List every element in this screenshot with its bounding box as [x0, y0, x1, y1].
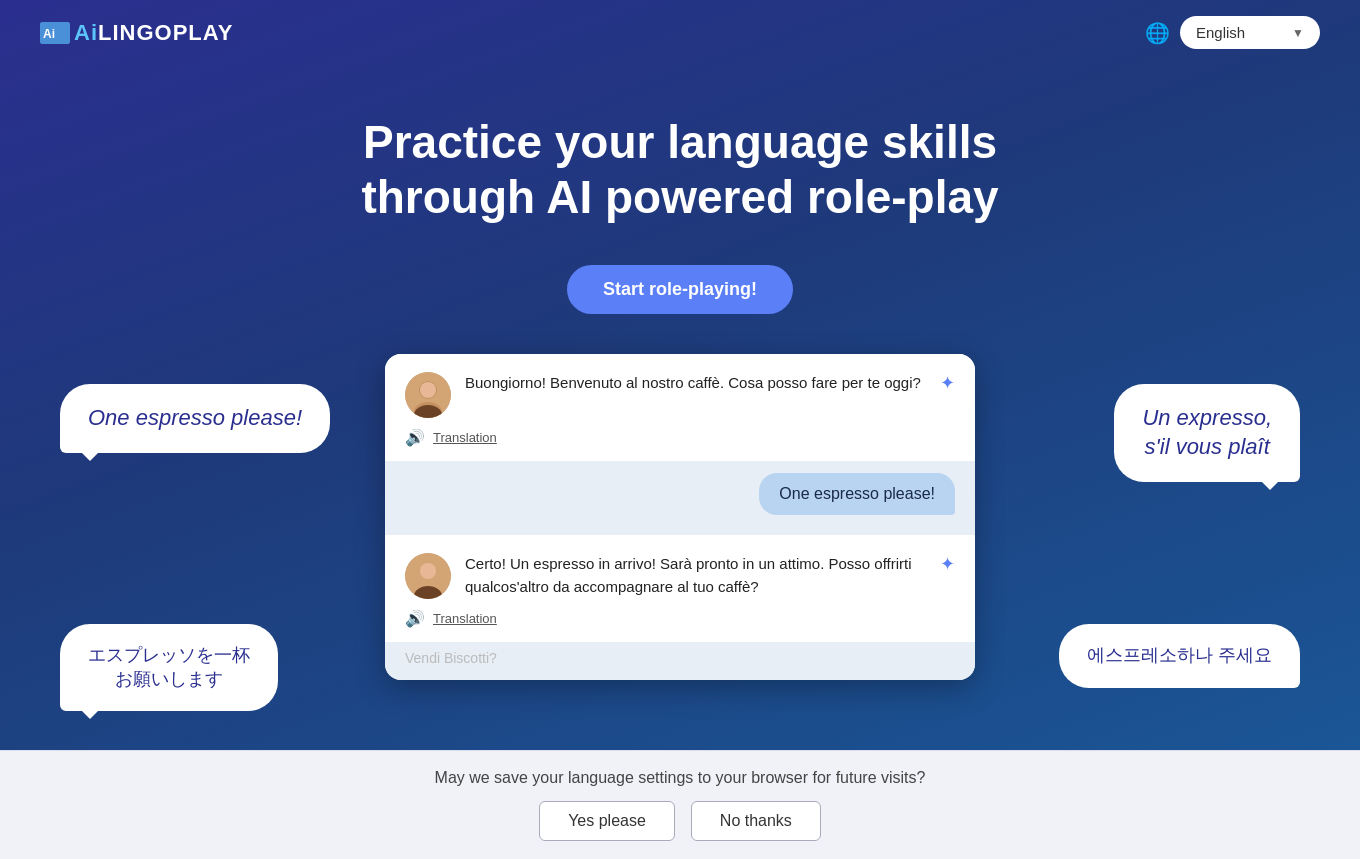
logo: Ai AiLINGOPLAY: [40, 20, 233, 46]
sparkle-icon-1: ✦: [940, 373, 955, 393]
svg-point-5: [420, 382, 436, 398]
svg-point-8: [420, 563, 436, 579]
avatar-2: [405, 553, 451, 599]
message-1-text: Buongiorno! Benvenuto al nostro caffè. C…: [465, 374, 921, 391]
chat-message-2: Certo! Un espresso in arrivo! Sarà pront…: [385, 535, 975, 642]
no-thanks-button[interactable]: No thanks: [691, 801, 821, 841]
message-2-text: Certo! Un espresso in arrivo! Sarà pront…: [465, 555, 912, 595]
speaker-icon-2[interactable]: 🔊: [405, 609, 425, 628]
globe-icon: 🌐: [1145, 21, 1170, 45]
message-1-icons: ✦: [940, 372, 955, 394]
message-2-icons: ✦: [940, 553, 955, 575]
notification-bar: May we save your language settings to yo…: [0, 750, 1360, 859]
bubble-left-1-text: One espresso please!: [88, 405, 302, 430]
bubble-right-2-text: 에스프레소하나 주세요: [1087, 645, 1272, 665]
logo-icon: Ai: [40, 22, 70, 44]
message-2-content: Certo! Un espresso in arrivo! Sarà pront…: [465, 553, 955, 598]
language-label: English: [1196, 24, 1245, 41]
speaker-icon-1[interactable]: 🔊: [405, 428, 425, 447]
speech-bubble-right-2: 에스프레소하나 주세요: [1059, 624, 1300, 687]
chat-message-1: Buongiorno! Benvenuto al nostro caffè. C…: [385, 354, 975, 461]
user-bubble: One espresso please!: [759, 473, 955, 515]
logo-text: AiLINGOPLAY: [74, 20, 233, 46]
speech-bubble-left-2: エスプレッソを一杯 お願いします: [60, 624, 278, 711]
notification-buttons: Yes please No thanks: [20, 801, 1340, 841]
message-2-controls[interactable]: 🔊 Translation: [385, 605, 975, 642]
sparkle-icon-2: ✦: [940, 554, 955, 574]
hero-section: Practice your language skills through AI…: [0, 65, 1360, 354]
speech-bubble-right-1: Un expresso, s'il vous plaît: [1114, 384, 1300, 481]
hero-headline: Practice your language skills through AI…: [20, 115, 1340, 225]
language-selector[interactable]: 🌐 English ▼: [1145, 16, 1320, 49]
bubble-left-2-text: エスプレッソを一杯 お願いします: [88, 645, 250, 688]
avatar-1: [405, 372, 451, 418]
language-dropdown[interactable]: English ▼: [1180, 16, 1320, 49]
bubble-right-1-text: Un expresso, s'il vous plaît: [1142, 405, 1272, 459]
chat-window: Buongiorno! Benvenuto al nostro caffè. C…: [385, 354, 975, 680]
user-message-wrap: One espresso please!: [385, 461, 975, 527]
message-1-controls[interactable]: 🔊 Translation: [385, 424, 975, 461]
notification-text: May we save your language settings to yo…: [20, 769, 1340, 787]
translation-link-2[interactable]: Translation: [433, 611, 497, 626]
vendi-text: Vendi Biscotti?: [385, 642, 975, 680]
message-1-content: Buongiorno! Benvenuto al nostro caffè. C…: [465, 372, 955, 395]
svg-text:Ai: Ai: [43, 27, 55, 41]
yes-please-button[interactable]: Yes please: [539, 801, 675, 841]
header: Ai AiLINGOPLAY 🌐 English ▼: [0, 0, 1360, 65]
translation-link-1[interactable]: Translation: [433, 430, 497, 445]
speech-bubble-left-1: One espresso please!: [60, 384, 330, 453]
chevron-down-icon: ▼: [1292, 26, 1304, 40]
vendi-biscotti-text: Vendi Biscotti?: [405, 650, 497, 666]
start-roleplaying-button[interactable]: Start role-playing!: [567, 265, 793, 314]
main-area: One espresso please! エスプレッソを一杯 お願いします Un…: [0, 354, 1360, 680]
